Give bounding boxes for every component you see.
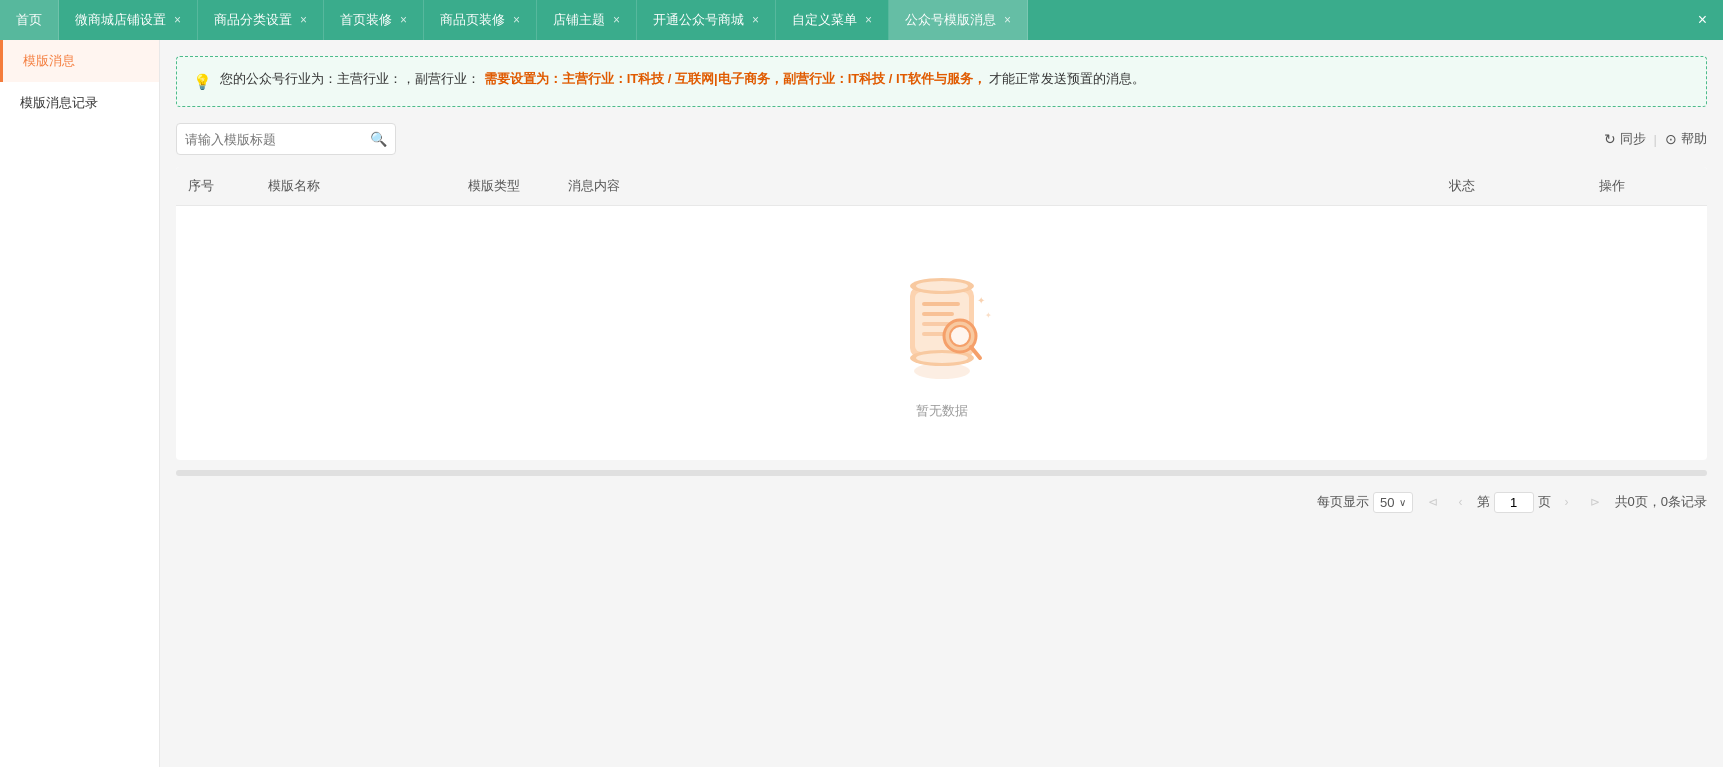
toolbar-row: 🔍 ↻ 同步 | ⊙ 帮助 xyxy=(176,123,1707,155)
tab-home-decor-label: 首页装修 xyxy=(340,11,392,29)
help-label: 帮助 xyxy=(1681,130,1707,148)
tab-template-msg[interactable]: 公众号模版消息 × xyxy=(889,0,1028,40)
svg-rect-4 xyxy=(922,312,954,316)
page-label-pre: 第 xyxy=(1477,493,1490,511)
empty-text: 暂无数据 xyxy=(176,402,1707,420)
tab-shop-theme-label: 店铺主题 xyxy=(553,11,605,29)
tab-custom-menu[interactable]: 自定义菜单 × xyxy=(776,0,889,40)
notice-text: 您的公众号行业为：主营行业：，副营行业： 需要设置为：主营行业：IT科技 / 互… xyxy=(220,69,1145,90)
svg-text:✦: ✦ xyxy=(977,295,985,306)
close-tab-template-msg[interactable]: × xyxy=(1004,13,1011,27)
search-button[interactable]: 🔍 xyxy=(370,131,387,147)
prev-page-button[interactable]: ‹ xyxy=(1449,490,1473,514)
main-content: 💡 您的公众号行业为：主营行业：，副营行业： 需要设置为：主营行业：IT科技 /… xyxy=(160,40,1723,767)
empty-state-row: ✦ ✦ 暂无数据 xyxy=(176,206,1707,461)
notice-icon: 💡 xyxy=(193,70,212,94)
col-header-status: 状态 xyxy=(1437,167,1587,206)
close-tab-shop-theme[interactable]: × xyxy=(613,13,620,27)
tab-template-msg-label: 公众号模版消息 xyxy=(905,11,996,29)
tab-weshop-setting[interactable]: 微商城店铺设置 × xyxy=(59,0,198,40)
scroll-track xyxy=(176,470,1707,476)
page-label-suf: 页 xyxy=(1538,493,1551,511)
tab-product-decor[interactable]: 商品页装修 × xyxy=(424,0,537,40)
tab-category-setting[interactable]: 商品分类设置 × xyxy=(198,0,324,40)
sync-button[interactable]: ↻ 同步 xyxy=(1604,130,1646,148)
toolbar-right: ↻ 同步 | ⊙ 帮助 xyxy=(1604,130,1707,148)
help-button[interactable]: ⊙ 帮助 xyxy=(1665,130,1707,148)
close-tab-home-decor[interactable]: × xyxy=(400,13,407,27)
tab-custom-menu-label: 自定义菜单 xyxy=(792,11,857,29)
main-layout: 模版消息 模版消息记录 💡 您的公众号行业为：主营行业：，副营行业： 需要设置为… xyxy=(0,40,1723,767)
search-input[interactable] xyxy=(185,132,370,147)
page-size-dropdown[interactable]: 50 ∨ xyxy=(1373,492,1412,513)
page-size-label: 每页显示 xyxy=(1317,493,1369,511)
sidebar-item-template-log[interactable]: 模版消息记录 xyxy=(0,82,159,124)
first-page-button[interactable]: ⊲ xyxy=(1421,490,1445,514)
table-header-row: 序号 模版名称 模版类型 消息内容 状态 操作 xyxy=(176,167,1707,206)
close-tab-category[interactable]: × xyxy=(300,13,307,27)
tab-product-decor-label: 商品页装修 xyxy=(440,11,505,29)
notice-highlight: 需要设置为：主营行业：IT科技 / 互联网|电子商务，副营行业：IT科技 / I… xyxy=(484,71,986,86)
close-tab-product-decor[interactable]: × xyxy=(513,13,520,27)
page-navigation: ⊲ ‹ 第 页 › ⊳ xyxy=(1421,490,1607,514)
tab-shop-theme[interactable]: 店铺主题 × xyxy=(537,0,637,40)
next-page-button[interactable]: › xyxy=(1555,490,1579,514)
svg-point-12 xyxy=(950,326,970,346)
sync-icon: ↻ xyxy=(1604,131,1616,147)
svg-point-10 xyxy=(916,353,968,363)
search-box: 🔍 xyxy=(176,123,396,155)
sidebar-item-template-msg[interactable]: 模版消息 xyxy=(0,40,159,82)
tab-home-decor[interactable]: 首页装修 × xyxy=(324,0,424,40)
tab-open-mall-label: 开通公众号商城 xyxy=(653,11,744,29)
col-header-name: 模版名称 xyxy=(256,167,456,206)
svg-point-8 xyxy=(916,281,968,291)
tab-home[interactable]: 首页 xyxy=(0,0,59,40)
data-table: 序号 模版名称 模版类型 消息内容 状态 操作 xyxy=(176,167,1707,460)
col-header-seq: 序号 xyxy=(176,167,256,206)
notice-prefix: 您的公众号行业为：主营行业：，副营行业： xyxy=(220,71,480,86)
horizontal-scrollbar[interactable] xyxy=(176,464,1707,482)
help-icon: ⊙ xyxy=(1665,131,1677,147)
close-tab-custom-menu[interactable]: × xyxy=(865,13,872,27)
col-header-type: 模版类型 xyxy=(456,167,556,206)
sidebar: 模版消息 模版消息记录 xyxy=(0,40,160,767)
col-header-content: 消息内容 xyxy=(556,167,1437,206)
sync-label: 同步 xyxy=(1620,130,1646,148)
page-size-selector: 每页显示 50 ∨ xyxy=(1317,492,1412,513)
pagination-row: 每页显示 50 ∨ ⊲ ‹ 第 页 › ⊳ 共0页，0条记录 xyxy=(176,482,1707,522)
col-header-op: 操作 xyxy=(1587,167,1707,206)
chevron-down-icon: ∨ xyxy=(1399,497,1406,508)
last-page-button[interactable]: ⊳ xyxy=(1583,490,1607,514)
close-tab-open-mall[interactable]: × xyxy=(752,13,759,27)
close-all-tabs-button[interactable]: × xyxy=(1682,11,1723,29)
page-input[interactable] xyxy=(1494,492,1534,513)
svg-text:✦: ✦ xyxy=(985,311,992,320)
search-icon: 🔍 xyxy=(370,131,387,147)
tab-bar: 首页 微商城店铺设置 × 商品分类设置 × 首页装修 × 商品页装修 × 店铺主… xyxy=(0,0,1723,40)
tab-weshop-setting-label: 微商城店铺设置 xyxy=(75,11,166,29)
notice-suffix: 才能正常发送预置的消息。 xyxy=(989,71,1145,86)
tab-category-label: 商品分类设置 xyxy=(214,11,292,29)
svg-rect-3 xyxy=(922,302,960,306)
close-tab-weshop[interactable]: × xyxy=(174,13,181,27)
tab-home-label: 首页 xyxy=(16,11,42,29)
notice-bar: 💡 您的公众号行业为：主营行业：，副营行业： 需要设置为：主营行业：IT科技 /… xyxy=(176,56,1707,107)
empty-illustration: ✦ ✦ xyxy=(882,266,1002,386)
toolbar-divider: | xyxy=(1654,132,1657,147)
page-summary: 共0页，0条记录 xyxy=(1615,493,1707,511)
page-size-value: 50 xyxy=(1380,495,1394,510)
tab-open-mall[interactable]: 开通公众号商城 × xyxy=(637,0,776,40)
empty-state: ✦ ✦ 暂无数据 xyxy=(176,206,1707,460)
